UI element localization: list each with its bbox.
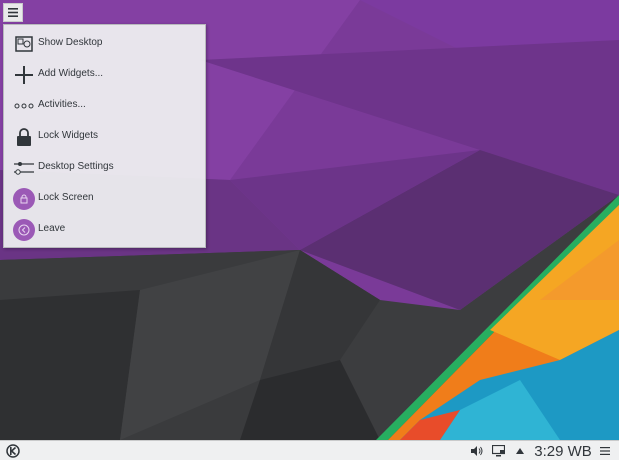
menu-item-label: Lock Screen: [38, 192, 94, 203]
menu-item-label: Lock Widgets: [38, 130, 99, 141]
leave-icon: [12, 218, 36, 242]
display-icon: [491, 445, 505, 457]
taskbar: 3:29 WB: [0, 440, 619, 460]
menu-item-lock-screen[interactable]: Lock Screen: [4, 184, 205, 214]
menu-item-activities[interactable]: Activities...: [4, 91, 205, 121]
menu-item-label: Show Desktop: [38, 37, 103, 48]
menu-item-desktop-settings[interactable]: Desktop Settings: [4, 153, 205, 183]
menu-item-add-widgets[interactable]: Add Widgets...: [4, 60, 205, 90]
panel-menu-button[interactable]: [599, 441, 611, 461]
show-desktop-icon: [12, 32, 36, 56]
lock-icon: [12, 125, 36, 149]
volume-button[interactable]: [470, 441, 484, 461]
panel-menu-icon: [600, 447, 610, 455]
desktop-context-menu: Show Desktop Add Widgets... Activities..…: [3, 24, 206, 248]
volume-icon: [471, 446, 483, 456]
hamburger-icon: [8, 8, 18, 17]
desktop-toolbox-button[interactable]: [3, 3, 23, 22]
menu-item-leave[interactable]: Leave: [4, 215, 205, 245]
display-button[interactable]: [491, 441, 505, 461]
menu-item-label: Leave: [38, 223, 66, 234]
lock-screen-icon: [12, 187, 36, 211]
activities-icon: [12, 94, 36, 118]
tray-expand-icon: [516, 448, 524, 454]
menu-item-label: Desktop Settings: [38, 161, 114, 172]
application-launcher[interactable]: [4, 441, 22, 461]
settings-slider-icon: [12, 156, 36, 180]
menu-item-lock-widgets[interactable]: Lock Widgets: [4, 122, 205, 152]
plus-icon: [12, 63, 36, 87]
digital-clock[interactable]: 3:29 WB: [531, 441, 595, 461]
menu-item-label: Activities...: [38, 99, 86, 110]
menu-item-show-desktop[interactable]: Show Desktop: [4, 29, 205, 59]
menu-item-label: Add Widgets...: [38, 68, 104, 79]
tray-expand-button[interactable]: [514, 441, 526, 461]
desktop[interactable]: Show Desktop Add Widgets... Activities..…: [0, 0, 619, 460]
kde-logo-icon: [6, 444, 20, 458]
